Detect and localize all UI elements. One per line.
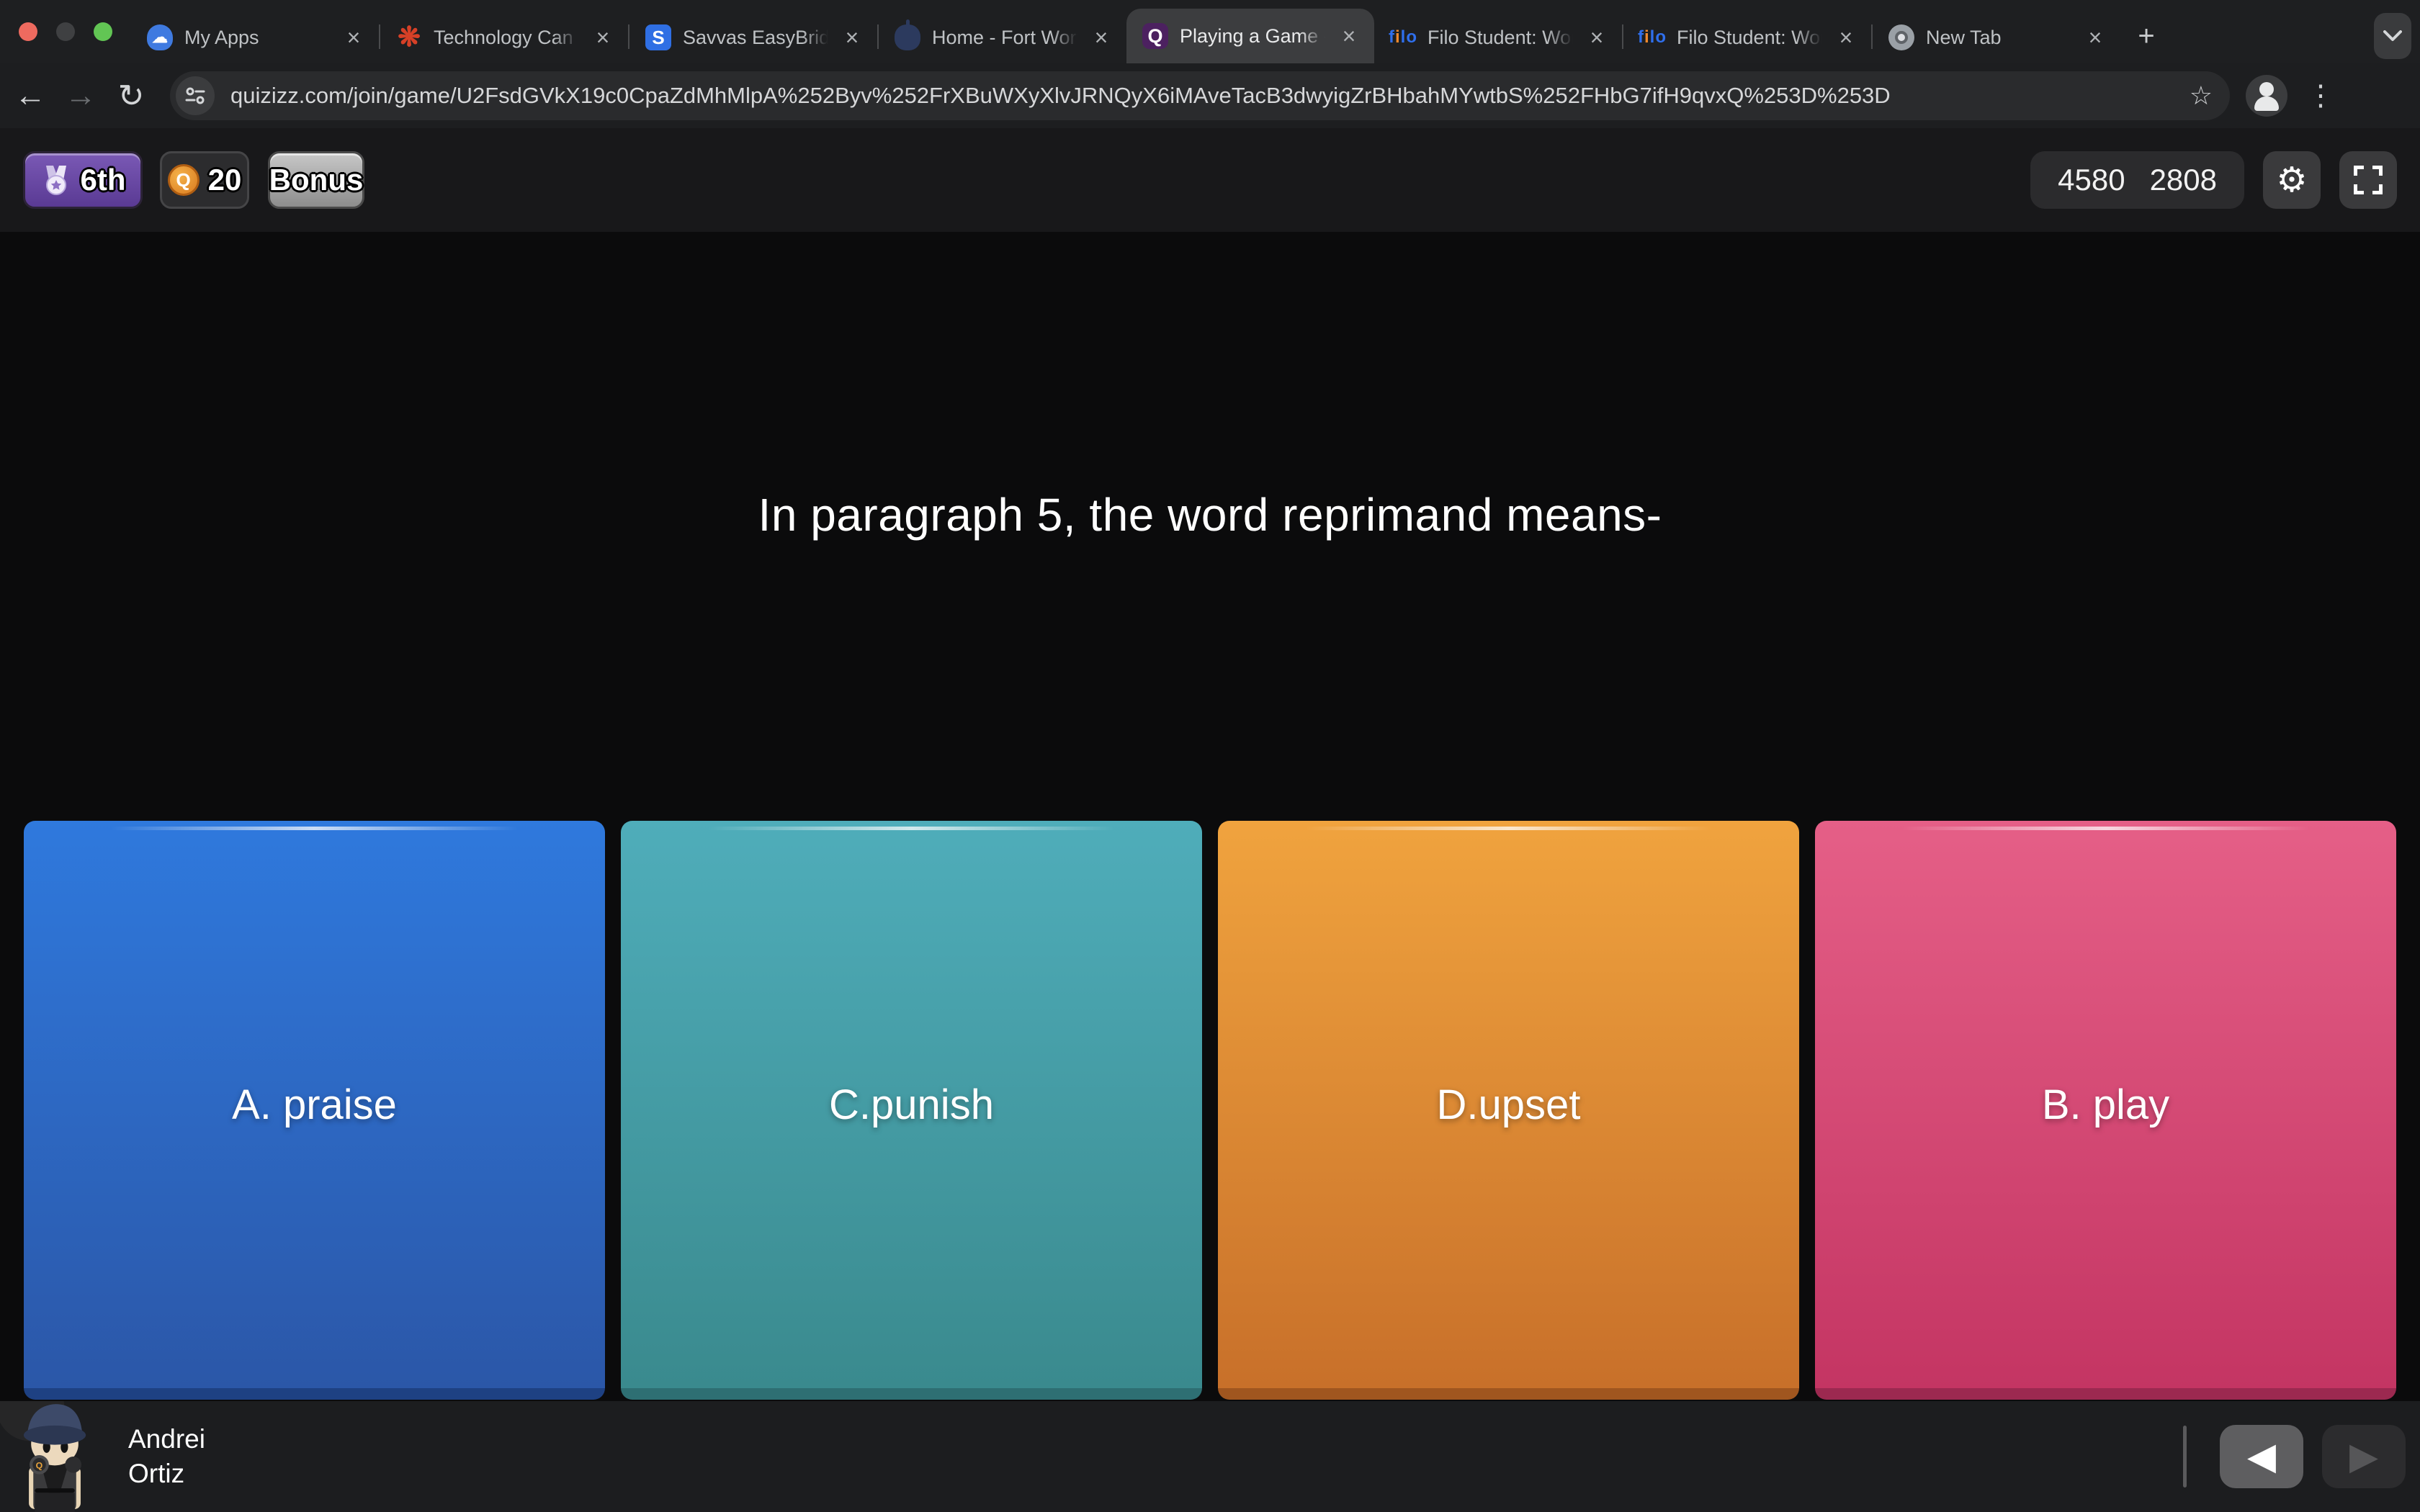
answer-label: C.punish <box>829 1081 994 1128</box>
divider <box>2183 1426 2187 1488</box>
tab-strip: ☁ My Apps × ❋ Technology Can Be × S Savv… <box>0 0 2420 63</box>
coins-count: 20 <box>207 163 242 197</box>
close-window-button[interactable] <box>19 22 37 41</box>
apple-icon <box>895 19 920 50</box>
filo-icon: f i lo <box>1638 27 1667 47</box>
close-icon[interactable]: × <box>840 26 864 49</box>
chevron-down-icon <box>2383 30 2402 41</box>
tab-title: New Tab <box>1926 26 2002 48</box>
close-icon[interactable]: × <box>1337 24 1361 48</box>
tab-search-button[interactable] <box>2374 13 2411 59</box>
game-header-right: 4580 2808 ⚙ <box>2030 151 2397 209</box>
tab-title: Playing a Game - Qu <box>1180 24 1325 47</box>
close-icon[interactable]: × <box>1834 26 1858 49</box>
zoom-window-button[interactable] <box>94 22 112 41</box>
quizizz-icon: Q <box>1142 23 1168 49</box>
bottom-bar-controls: ◀ ▶ <box>2183 1425 2406 1488</box>
tab-technology-can-be[interactable]: ❋ Technology Can Be × <box>380 12 628 63</box>
quizizz-game-area: 6th Q 20 Bonus 4580 2808 ⚙ In paragraph … <box>0 128 2420 1512</box>
forward-icon[interactable]: → <box>60 76 101 116</box>
tab-title: Home - Fort Worth I <box>932 26 1077 48</box>
answer-card-c-punish[interactable]: C.punish <box>621 821 1202 1400</box>
next-question-button[interactable]: ▶ <box>2322 1425 2406 1488</box>
browser-toolbar: ← → ↻ quizizz.com/join/game/U2FsdGVkX19c… <box>0 63 2420 128</box>
tab-title: Savvas EasyBridge <box>683 26 828 48</box>
gear-icon: ⚙ <box>2276 161 2308 199</box>
chrome-icon <box>1888 24 1914 50</box>
player-avatar: Q <box>0 1401 108 1512</box>
reload-icon[interactable]: ↻ <box>111 76 151 116</box>
previous-triangle-icon: ◀ <box>2247 1436 2276 1477</box>
rank-label: 6th <box>80 163 126 197</box>
close-icon[interactable]: × <box>1585 26 1609 49</box>
window-controls <box>0 0 131 63</box>
canvas-icon: ❋ <box>398 22 421 53</box>
player-last-name: Ortiz <box>128 1459 185 1488</box>
tab-new-tab[interactable]: New Tab × <box>1873 12 2120 63</box>
coins-badge: Q 20 <box>160 151 249 209</box>
svg-text:Q: Q <box>36 1460 43 1470</box>
tab-title: Technology Can Be <box>434 26 579 48</box>
rank-badge: 6th <box>23 151 143 209</box>
close-icon[interactable]: × <box>591 26 615 49</box>
back-icon[interactable]: ← <box>10 76 50 116</box>
medal-icon <box>45 166 66 195</box>
score-display: 4580 2808 <box>2030 151 2244 209</box>
tune-icon <box>185 87 205 104</box>
bonus-label: Bonus <box>269 163 364 197</box>
answer-card-d-upset[interactable]: D.upset <box>1218 821 1799 1400</box>
url-text[interactable]: quizizz.com/join/game/U2FsdGVkX19c0CpaZd… <box>230 83 2190 109</box>
tab-title: Filo Student: World' <box>1677 26 1822 48</box>
fullscreen-button[interactable] <box>2339 151 2397 209</box>
cloud-icon: ☁ <box>147 24 173 50</box>
address-bar[interactable]: quizizz.com/join/game/U2FsdGVkX19c0CpaZd… <box>170 71 2230 120</box>
answer-card-a-praise[interactable]: A. praise <box>24 821 605 1400</box>
tabs: ☁ My Apps × ❋ Technology Can Be × S Savv… <box>131 0 2120 63</box>
previous-question-button[interactable]: ◀ <box>2220 1425 2303 1488</box>
coin-icon: Q <box>167 164 200 196</box>
filo-icon: f i lo <box>1389 27 1417 47</box>
bookmark-star-icon[interactable]: ☆ <box>2190 81 2213 111</box>
player-first-name: Andrei <box>128 1423 205 1454</box>
score-left: 4580 <box>2058 163 2125 197</box>
question-text: In paragraph 5, the word reprimand means… <box>758 489 1662 541</box>
fullscreen-icon <box>2354 166 2383 194</box>
avatar-character-icon: Q <box>0 1401 86 1512</box>
profile-avatar-button[interactable] <box>2246 75 2287 117</box>
tab-filo-student-2[interactable]: filo Filo Student: World' × <box>1623 12 1871 63</box>
tab-filo-student-1[interactable]: filo Filo Student: World' × <box>1374 12 1622 63</box>
answer-label: A. praise <box>232 1081 397 1128</box>
settings-button[interactable]: ⚙ <box>2263 151 2321 209</box>
menu-kebab-icon[interactable]: ⋮ <box>2306 79 2335 112</box>
tab-title: Filo Student: World' <box>1428 26 1573 48</box>
score-right: 2808 <box>2149 163 2217 197</box>
answer-label: B. play <box>2041 1081 2170 1128</box>
answer-options: A. praise C.punish D.upset B. play <box>0 821 2420 1400</box>
close-icon[interactable]: × <box>2083 26 2107 49</box>
game-header: 6th Q 20 Bonus 4580 2808 ⚙ <box>0 128 2420 232</box>
close-icon[interactable]: × <box>341 26 366 49</box>
minimize-window-button[interactable] <box>56 22 75 41</box>
tab-my-apps[interactable]: ☁ My Apps × <box>131 12 379 63</box>
tab-home-fort-worth[interactable]: Home - Fort Worth I × <box>879 12 1126 63</box>
tab-title: My Apps <box>184 26 259 48</box>
close-icon[interactable]: × <box>1089 26 1113 49</box>
answer-label: D.upset <box>1436 1081 1581 1128</box>
site-settings-icon[interactable] <box>176 76 215 115</box>
player-name: Andrei Ortiz <box>128 1422 205 1491</box>
new-tab-button[interactable]: + <box>2125 14 2168 58</box>
tab-playing-a-game-active[interactable]: Q Playing a Game - Qu × <box>1126 9 1374 63</box>
tab-savvas-easybridge[interactable]: S Savvas EasyBridge × <box>629 12 877 63</box>
game-bottom-bar: Q Andrei Ortiz ◀ ▶ <box>0 1401 2420 1512</box>
savvas-icon: S <box>645 24 671 50</box>
next-triangle-icon: ▶ <box>2349 1436 2378 1477</box>
bonus-badge: Bonus <box>268 151 364 209</box>
answer-card-b-play[interactable]: B. play <box>1815 821 2396 1400</box>
